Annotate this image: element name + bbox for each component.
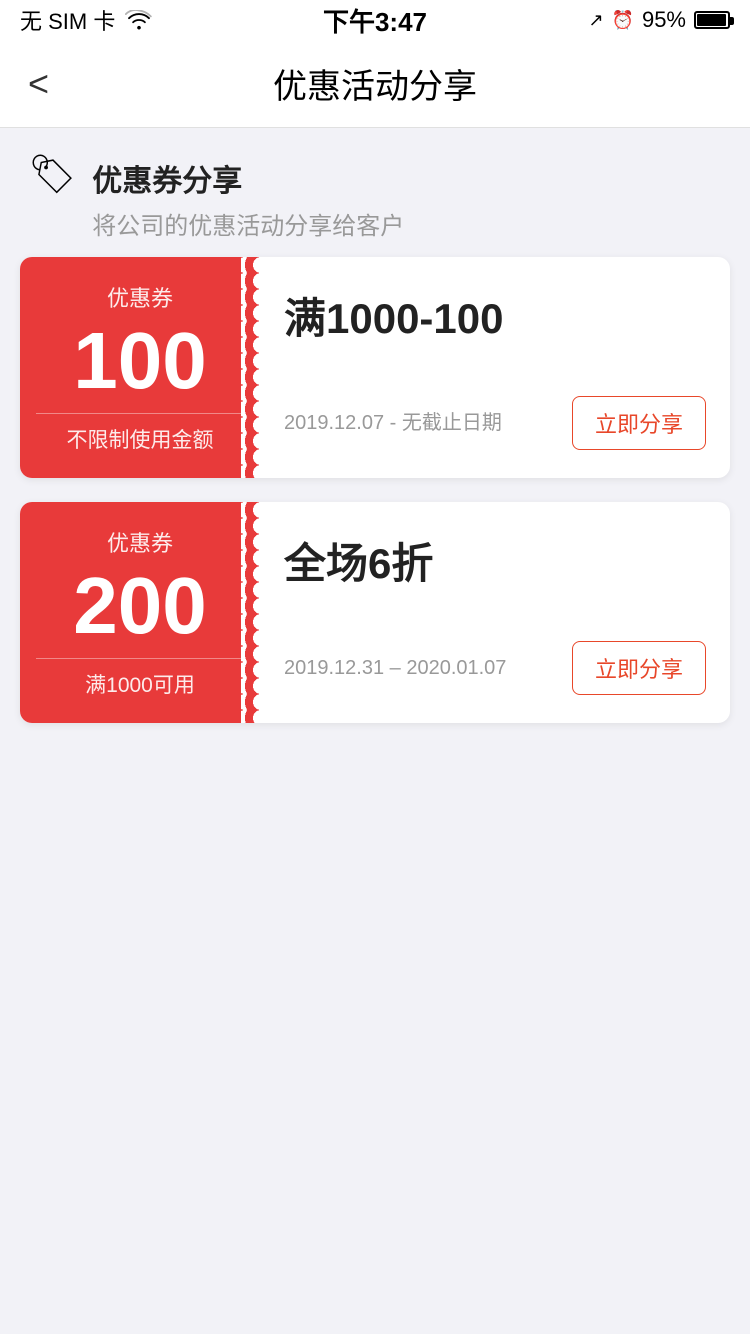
coupon-name-1: 满1000-100 xyxy=(284,285,706,346)
coupon-footer-2: 2019.12.31 – 2020.01.07 立即分享 xyxy=(284,641,706,695)
battery-icon xyxy=(694,11,730,29)
coupon-label-2: 优惠券 xyxy=(107,526,173,558)
battery-percent: 95% xyxy=(642,7,686,33)
coupon-condition-1: 不限制使用金额 xyxy=(67,424,214,454)
coupon-left-2: 优惠券 200 满1000可用 xyxy=(20,502,260,723)
coupon-footer-1: 2019.12.07 - 无截止日期 立即分享 xyxy=(284,396,706,450)
coupon-date-2: 2019.12.31 – 2020.01.07 xyxy=(284,654,560,682)
coupon-right-1: 满1000-100 2019.12.07 - 无截止日期 立即分享 xyxy=(260,257,730,478)
section-text: 优惠券分享 将公司的优惠活动分享给客户 xyxy=(92,156,404,241)
nav-bar: < 优惠活动分享 xyxy=(0,40,750,128)
coupon-name-2: 全场6折 xyxy=(284,530,706,591)
gps-icon: ↗ xyxy=(588,10,603,31)
section-subtitle: 将公司的优惠活动分享给客户 xyxy=(92,206,404,241)
coupon-condition-2: 满1000可用 xyxy=(85,669,195,699)
coupon-card-1: 优惠券 100 不限制使用金额 满1000-100 2019.12.07 - 无… xyxy=(20,257,730,478)
coupon-label-1: 优惠券 xyxy=(107,281,173,313)
page-title: 优惠活动分享 xyxy=(273,59,477,108)
coupon-share-icon: 🏷 xyxy=(28,156,76,194)
section-header: 🏷 优惠券分享 将公司的优惠活动分享给客户 xyxy=(0,128,750,257)
section-title: 优惠券分享 xyxy=(92,156,404,200)
coupon-right-2: 全场6折 2019.12.31 – 2020.01.07 立即分享 xyxy=(260,502,730,723)
status-right: ↗ ⏰ 95% xyxy=(588,7,730,33)
back-button[interactable]: < xyxy=(28,63,49,105)
share-button-1[interactable]: 立即分享 xyxy=(572,396,706,450)
coupon-amount-1: 100 xyxy=(73,321,206,401)
empty-area xyxy=(0,747,750,1247)
coupon-divider-2 xyxy=(36,658,244,659)
coupon-list: 优惠券 100 不限制使用金额 满1000-100 2019.12.07 - 无… xyxy=(0,257,750,747)
coupon-divider-1 xyxy=(36,413,244,414)
status-time: 下午3:47 xyxy=(323,2,427,39)
coupon-amount-2: 200 xyxy=(73,566,206,646)
carrier-text: 无 SIM 卡 xyxy=(20,4,115,36)
coupon-left-1: 优惠券 100 不限制使用金额 xyxy=(20,257,260,478)
status-bar: 无 SIM 卡 下午3:47 ↗ ⏰ 95% xyxy=(0,0,750,40)
alarm-icon: ⏰ xyxy=(612,10,634,31)
share-button-2[interactable]: 立即分享 xyxy=(572,641,706,695)
wifi-icon xyxy=(125,10,153,30)
status-left: 无 SIM 卡 xyxy=(20,4,153,36)
coupon-date-1: 2019.12.07 - 无截止日期 xyxy=(284,409,560,437)
coupon-card-2: 优惠券 200 满1000可用 全场6折 2019.12.31 – 2020.0… xyxy=(20,502,730,723)
